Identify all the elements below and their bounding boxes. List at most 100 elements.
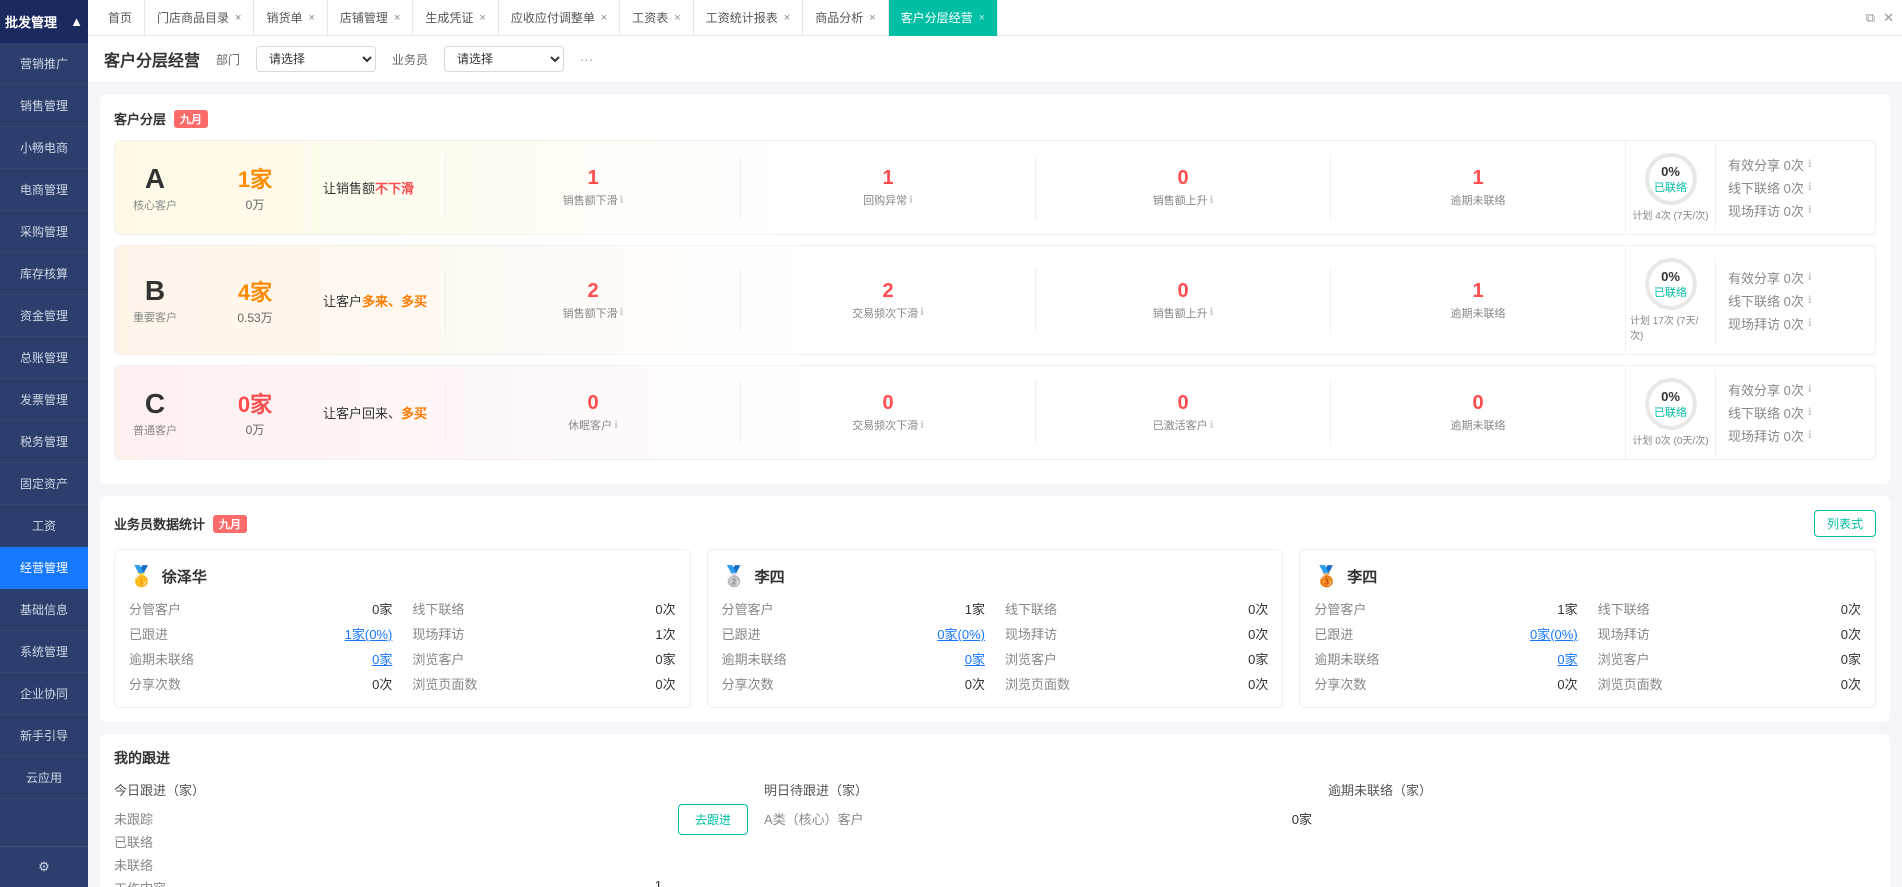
list-view-button[interactable]: 列表式 [1814, 510, 1876, 537]
tab-客户分层经营[interactable]: 客户分层经营× [889, 0, 998, 36]
stat-val[interactable]: 0家(0%) [937, 624, 985, 643]
tab-工资表[interactable]: 工资表× [620, 0, 693, 36]
sidebar-collapse-icon[interactable]: ▲ [70, 14, 83, 29]
stat-val: 0次 [1248, 624, 1268, 643]
sidebar-item-云应用[interactable]: 云应用 [0, 757, 88, 799]
sidebar-item-系统管理[interactable]: 系统管理 [0, 631, 88, 673]
stat-label: 逾期未联络 [1335, 417, 1621, 433]
info-icon[interactable]: ℹ [620, 195, 624, 206]
tab-门店商品目录[interactable]: 门店商品目录× [145, 0, 254, 36]
sidebar-item-小畅电商[interactable]: 小畅电商 [0, 127, 88, 169]
dept-select[interactable]: 请选择 [256, 46, 376, 72]
sidebar-item-采购管理[interactable]: 采购管理 [0, 211, 88, 253]
sidebar-item-基础信息[interactable]: 基础信息 [0, 589, 88, 631]
info-icon[interactable]: ℹ [620, 307, 624, 318]
tomorrow-label: 明日待跟进（家） [764, 780, 1312, 799]
stat-item-C-已激活客户: 0已激活客户ℹ [1035, 380, 1330, 445]
sidebar-item-发票管理[interactable]: 发票管理 [0, 379, 88, 421]
tier-highlight-B: 多来、多买 [362, 294, 427, 309]
right-info-icon[interactable]: ℹ [1808, 295, 1812, 306]
stat-val[interactable]: 0家 [1557, 649, 1577, 668]
sidebar-item-总账管理[interactable]: 总账管理 [0, 337, 88, 379]
tab-首页[interactable]: 首页 [96, 0, 145, 36]
tab-商品分析[interactable]: 商品分析× [803, 0, 888, 36]
info-icon[interactable]: ℹ [1210, 195, 1214, 206]
info-icon[interactable]: ℹ [614, 420, 618, 431]
right-info-icon[interactable]: ℹ [1808, 272, 1812, 283]
sidebar-gear-icon[interactable]: ⚙ [0, 846, 88, 887]
tier-count-block-A: 1家0万 [195, 150, 315, 225]
tab-close-icon[interactable]: × [979, 12, 985, 24]
sidebar-item-资金管理[interactable]: 资金管理 [0, 295, 88, 337]
staff-name-row-0: 🥇徐泽华 [129, 564, 676, 589]
right-stat-row: 现场拜访 0次ℹ [1728, 312, 1863, 335]
sidebar-item-电商管理[interactable]: 电商管理 [0, 169, 88, 211]
sidebar-item-库存核算[interactable]: 库存核算 [0, 253, 88, 295]
right-info-icon[interactable]: ℹ [1808, 430, 1812, 441]
tab-生成凭证[interactable]: 生成凭证× [413, 0, 498, 36]
stat-val[interactable]: 0家 [965, 649, 985, 668]
tab-close-icon[interactable]: × [394, 12, 400, 24]
sidebar-logo[interactable]: 批发管理 ▲ [0, 0, 88, 43]
tab-close-icon[interactable]: × [869, 12, 875, 24]
staff-select[interactable]: 请选择 [444, 46, 564, 72]
tier-letter-A: A [145, 163, 165, 195]
tab-工资统计报表[interactable]: 工资统计报表× [694, 0, 803, 36]
stat-item-B-销售额上升: 0销售额上升ℹ [1035, 268, 1330, 333]
more-options-icon[interactable]: ··· [580, 52, 593, 67]
right-info-icon[interactable]: ℹ [1808, 384, 1812, 395]
sidebar-item-固定资产[interactable]: 固定资产 [0, 463, 88, 505]
circle-ring-A: 0% 已联络 [1645, 153, 1697, 205]
stat-val[interactable]: 0家 [372, 649, 392, 668]
window-restore-icon[interactable]: ⧉ [1866, 10, 1875, 26]
info-icon[interactable]: ℹ [920, 307, 924, 318]
stat-label: 销售额下滑ℹ [450, 192, 736, 208]
tab-销货单[interactable]: 销货单× [254, 0, 327, 36]
stat-key: 现场拜访 [1005, 624, 1057, 643]
staff-stat-row-分管客户: 分管客户1家 [1314, 599, 1577, 618]
info-icon[interactable]: ℹ [920, 420, 924, 431]
tab-close-icon[interactable]: × [784, 12, 790, 24]
followup-section: 我的跟进 今日跟进（家） 未跟踪 已联络 未联络 [100, 734, 1890, 887]
info-icon[interactable]: ℹ [1210, 307, 1214, 318]
tier-slogan-A: 让销售额不下滑 [315, 170, 445, 205]
tab-close-icon[interactable]: × [601, 12, 607, 24]
tab-应收应付调整单[interactable]: 应收应付调整单× [499, 0, 620, 36]
sidebar-item-营销推广[interactable]: 营销推广 [0, 43, 88, 85]
sidebar-item-销售管理[interactable]: 销售管理 [0, 85, 88, 127]
right-info-icon[interactable]: ℹ [1808, 205, 1812, 216]
info-icon[interactable]: ℹ [1210, 420, 1214, 431]
sidebar-item-经营管理[interactable]: 经营管理 [0, 547, 88, 589]
right-info-icon[interactable]: ℹ [1808, 407, 1812, 418]
tier-row-A: A核心客户1家0万让销售额不下滑1销售额下滑ℹ1回购异常ℹ0销售额上升ℹ1逾期未… [114, 140, 1876, 235]
sidebar-item-新手引导[interactable]: 新手引导 [0, 715, 88, 757]
sidebar-item-税务管理[interactable]: 税务管理 [0, 421, 88, 463]
tier-count-block-B: 4家0.53万 [195, 263, 315, 338]
stat-val[interactable]: 0家(0%) [1530, 624, 1578, 643]
tab-店铺管理[interactable]: 店铺管理× [328, 0, 413, 36]
tab-close-icon[interactable]: × [479, 12, 485, 24]
goto-followup-btn-wrapper: 去跟进 [678, 780, 748, 835]
stat-key: 分享次数 [722, 674, 774, 693]
window-close-icon[interactable]: ✕ [1883, 10, 1894, 26]
right-info-icon[interactable]: ℹ [1808, 159, 1812, 170]
stat-val: 0次 [1841, 599, 1861, 618]
staff-stat-row-逾期未联络: 逾期未联络0家 [722, 649, 985, 668]
tab-close-icon[interactable]: × [674, 12, 680, 24]
right-info-icon[interactable]: ℹ [1808, 318, 1812, 329]
tab-close-icon[interactable]: × [308, 12, 314, 24]
tier-amount-A: 0万 [246, 196, 265, 213]
stat-num: 0 [1040, 392, 1326, 415]
sidebar-item-企业协同[interactable]: 企业协同 [0, 673, 88, 715]
staff-stat-row-浏览页面数: 浏览页面数0次 [1005, 674, 1268, 693]
tier-stats-A: 1销售额下滑ℹ1回购异常ℹ0销售额上升ℹ1逾期未联络 [445, 155, 1625, 220]
stat-val[interactable]: 1家(0%) [345, 624, 393, 643]
today-row-2: 已联络 [114, 830, 662, 853]
tab-end-icons[interactable]: ⧉✕ [1866, 10, 1894, 26]
goto-followup-button[interactable]: 去跟进 [678, 804, 748, 835]
sidebar-item-工资[interactable]: 工资 [0, 505, 88, 547]
right-info-icon[interactable]: ℹ [1808, 182, 1812, 193]
tier-slogan-B: 让客户多来、多买 [315, 283, 445, 318]
info-icon[interactable]: ℹ [909, 195, 913, 206]
tab-close-icon[interactable]: × [235, 12, 241, 24]
